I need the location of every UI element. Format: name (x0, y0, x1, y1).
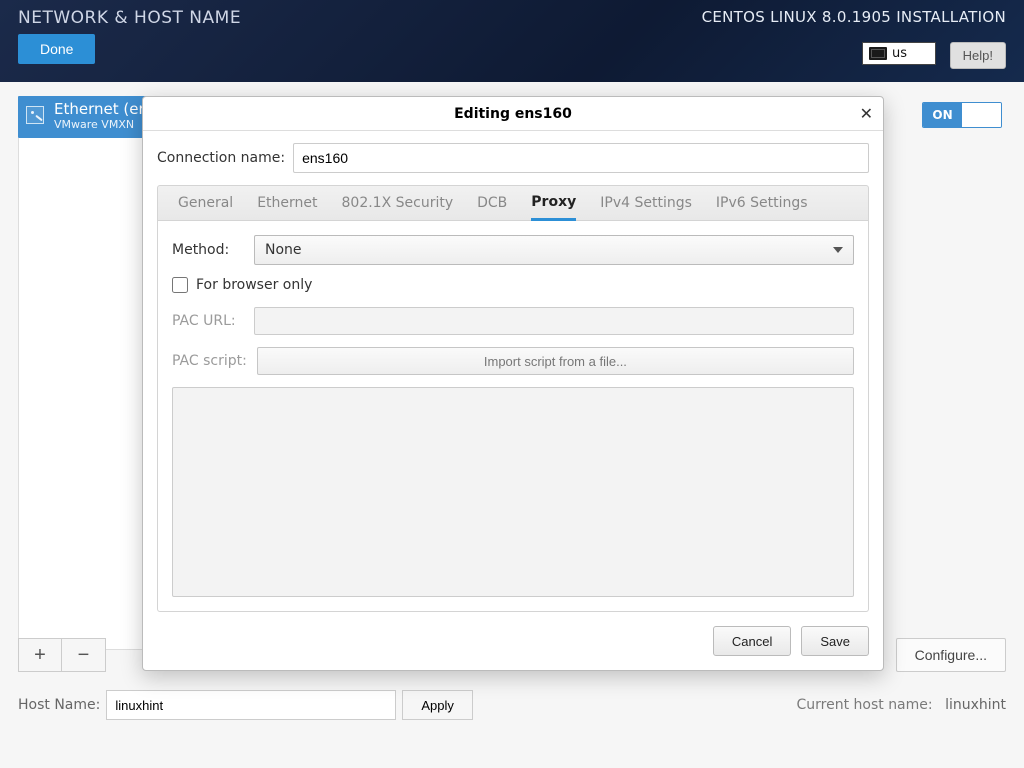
hostname-row: Host Name: Apply Current host name: linu… (18, 690, 1006, 720)
installer-product: CENTOS LINUX 8.0.1905 INSTALLATION (702, 8, 1006, 26)
hostname-label: Host Name: (18, 697, 100, 713)
dialog-title: Editing ens160 (454, 106, 572, 122)
toggle-on-label: ON (923, 103, 962, 127)
method-value: None (265, 242, 302, 258)
pac-url-input (254, 307, 854, 335)
chevron-down-icon (833, 247, 843, 253)
method-label: Method: (172, 242, 244, 258)
method-select[interactable]: None (254, 235, 854, 265)
cancel-button[interactable]: Cancel (713, 626, 791, 656)
current-hostname-value: linuxhint (945, 697, 1006, 713)
tab-ipv4[interactable]: IPv4 Settings (600, 187, 692, 219)
ethernet-icon (26, 106, 44, 124)
pac-script-row: PAC script: Import script from a file... (172, 347, 854, 375)
configure-button[interactable]: Configure... (896, 638, 1006, 672)
toggle-off-half (962, 103, 1001, 127)
method-row: Method: None (172, 235, 854, 265)
device-on-toggle[interactable]: ON (922, 102, 1002, 128)
dialog-body: Connection name: General Ethernet 802.1X… (143, 131, 883, 670)
pac-url-row: PAC URL: (172, 307, 854, 335)
edit-connection-dialog: Editing ens160 ✕ Connection name: Genera… (142, 96, 884, 671)
connection-name-input[interactable] (293, 143, 869, 173)
help-button[interactable]: Help! (950, 42, 1006, 69)
keyboard-indicator[interactable]: us (862, 42, 936, 65)
content-area: Ethernet (ens160) VMware VMXN ON + − Con… (0, 82, 1024, 768)
pac-url-label: PAC URL: (172, 313, 244, 329)
dialog-titlebar: Editing ens160 ✕ (143, 97, 883, 131)
tab-general[interactable]: General (178, 187, 233, 219)
keyboard-layout-label: us (892, 46, 907, 61)
keyboard-icon (869, 47, 887, 60)
add-remove-bar: + − (18, 638, 106, 672)
tab-8021x[interactable]: 802.1X Security (342, 187, 454, 219)
tab-ipv6[interactable]: IPv6 Settings (716, 187, 808, 219)
connection-name-row: Connection name: (157, 143, 869, 173)
remove-device-button[interactable]: − (62, 638, 106, 672)
connection-name-label: Connection name: (157, 150, 285, 166)
current-hostname: Current host name: linuxhint (796, 697, 1006, 713)
tab-dcb[interactable]: DCB (477, 187, 507, 219)
browser-only-checkbox[interactable] (172, 277, 188, 293)
dialog-tabs: General Ethernet 802.1X Security DCB Pro… (157, 185, 869, 221)
tab-proxy[interactable]: Proxy (531, 186, 576, 221)
dialog-actions: Cancel Save (157, 626, 869, 656)
pac-script-label: PAC script: (172, 353, 247, 369)
browser-only-label: For browser only (196, 277, 312, 293)
pac-script-textarea (172, 387, 854, 597)
done-button[interactable]: Done (18, 34, 95, 64)
tab-ethernet[interactable]: Ethernet (257, 187, 317, 219)
save-button[interactable]: Save (801, 626, 869, 656)
installer-topbar: NETWORK & HOST NAME CENTOS LINUX 8.0.190… (0, 0, 1024, 82)
current-hostname-label: Current host name: (796, 697, 932, 713)
proxy-tab-panel: Method: None For browser only PAC URL: P… (157, 221, 869, 612)
apply-hostname-button[interactable]: Apply (402, 690, 473, 720)
dialog-close-button[interactable]: ✕ (860, 104, 873, 124)
hostname-input[interactable] (106, 690, 396, 720)
import-script-button: Import script from a file... (257, 347, 854, 375)
add-device-button[interactable]: + (18, 638, 62, 672)
browser-only-row: For browser only (172, 277, 854, 293)
